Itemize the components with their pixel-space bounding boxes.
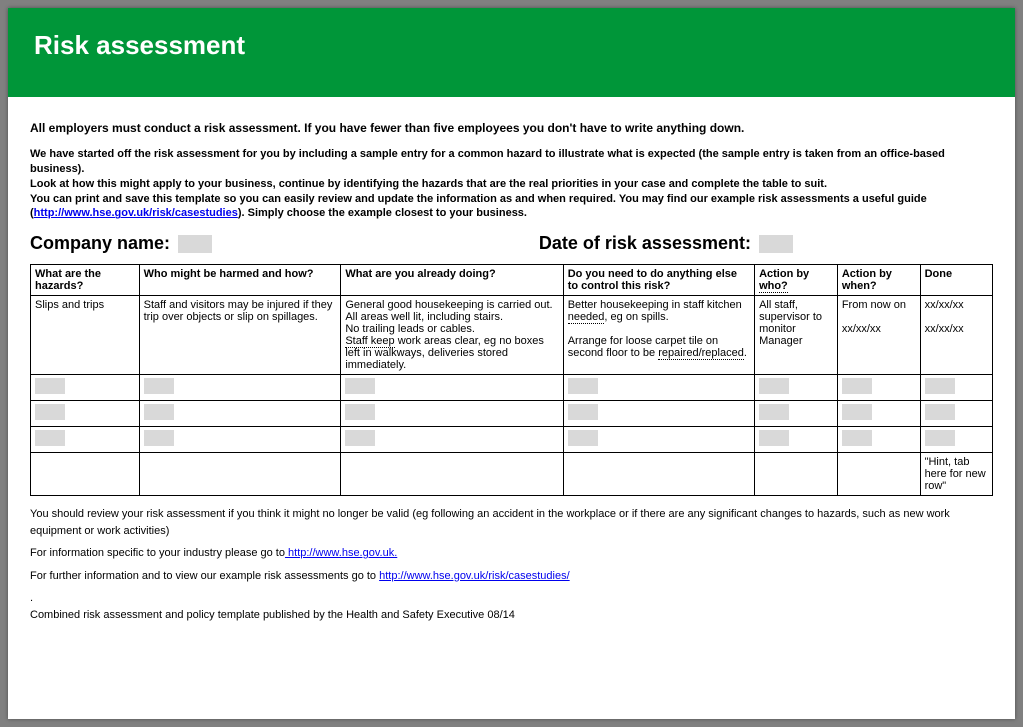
date-input[interactable] — [759, 235, 793, 253]
cell-input[interactable] — [144, 430, 174, 446]
cell-action-who: All staff, supervisor to monitor Manager — [755, 296, 838, 375]
cell-done: xx/xx/xx xx/xx/xx — [920, 296, 992, 375]
col-done: Done — [920, 265, 992, 296]
col-action-who: Action by who? — [755, 265, 838, 296]
footer-published: Combined risk assessment and policy temp… — [30, 607, 993, 624]
cell-action-when: From now on xx/xx/xx — [837, 296, 920, 375]
cell-input[interactable] — [842, 378, 872, 394]
col-who-harmed: Who might be harmed and how? — [139, 265, 341, 296]
footer-dot: . — [30, 590, 993, 607]
footer-further: For further information and to view our … — [30, 568, 993, 585]
intro-paragraph: We have started off the risk assessment … — [30, 147, 993, 221]
col-action-when: Action by when? — [837, 265, 920, 296]
cell-input[interactable] — [842, 404, 872, 420]
footer-industry: For information specific to your industr… — [30, 545, 993, 562]
cell-input[interactable] — [759, 404, 789, 420]
hint-cell: "Hint, tab here for new row" — [920, 453, 992, 496]
company-name-label: Company name: — [30, 233, 170, 254]
cell-input[interactable] — [144, 378, 174, 394]
header-banner: Risk assessment — [8, 8, 1015, 97]
document-page: Risk assessment All employers must condu… — [8, 8, 1015, 719]
col-hazards: What are the hazards? — [31, 265, 140, 296]
table-row-hint: "Hint, tab here for new row" — [31, 453, 993, 496]
intro-p1: We have started off the risk assessment … — [30, 148, 945, 175]
page-title: Risk assessment — [34, 30, 989, 61]
cell-input[interactable] — [345, 430, 375, 446]
content-area: All employers must conduct a risk assess… — [8, 97, 1015, 639]
cell-input[interactable] — [568, 404, 598, 420]
cell-input[interactable] — [925, 378, 955, 394]
intro-lead: All employers must conduct a risk assess… — [30, 121, 993, 135]
risk-table: What are the hazards? Who might be harme… — [30, 264, 993, 496]
cell-input[interactable] — [842, 430, 872, 446]
cell-input[interactable] — [759, 430, 789, 446]
cell-input[interactable] — [144, 404, 174, 420]
cell-else: Better housekeeping in staff kitchen nee… — [563, 296, 754, 375]
cell-who: Staff and visitors may be injured if the… — [139, 296, 341, 375]
table-row-empty — [31, 401, 993, 427]
cell-input[interactable] — [925, 430, 955, 446]
cell-input[interactable] — [568, 378, 598, 394]
footer-review: You should review your risk assessment i… — [30, 506, 993, 539]
table-row: Slips and trips Staff and visitors may b… — [31, 296, 993, 375]
table-row-empty — [31, 427, 993, 453]
cell-input[interactable] — [925, 404, 955, 420]
cell-doing: General good housekeeping is carried out… — [341, 296, 563, 375]
cell-input[interactable] — [759, 378, 789, 394]
col-already-doing: What are you already doing? — [341, 265, 563, 296]
col-anything-else: Do you need to do anything else to contr… — [563, 265, 754, 296]
cell-hazard: Slips and trips — [31, 296, 140, 375]
cell-input[interactable] — [35, 378, 65, 394]
intro-p3b: ). Simply choose the example closest to … — [238, 207, 527, 219]
company-name-input[interactable] — [178, 235, 212, 253]
footer-link-hse[interactable]: http://www.hse.gov.uk. — [285, 547, 397, 559]
cell-input[interactable] — [35, 404, 65, 420]
table-row-empty — [31, 375, 993, 401]
intro-link[interactable]: http://www.hse.gov.uk/risk/casestudies — [34, 207, 238, 219]
cell-input[interactable] — [345, 404, 375, 420]
table-header-row: What are the hazards? Who might be harme… — [31, 265, 993, 296]
cell-input[interactable] — [345, 378, 375, 394]
cell-input[interactable] — [568, 430, 598, 446]
intro-p2: Look at how this might apply to your bus… — [30, 178, 827, 190]
cell-input[interactable] — [35, 430, 65, 446]
footer-block: You should review your risk assessment i… — [30, 506, 993, 623]
field-row: Company name: Date of risk assessment: — [30, 233, 993, 254]
date-label: Date of risk assessment: — [539, 233, 751, 254]
footer-link-casestudies[interactable]: http://www.hse.gov.uk/risk/casestudies/ — [379, 570, 570, 582]
